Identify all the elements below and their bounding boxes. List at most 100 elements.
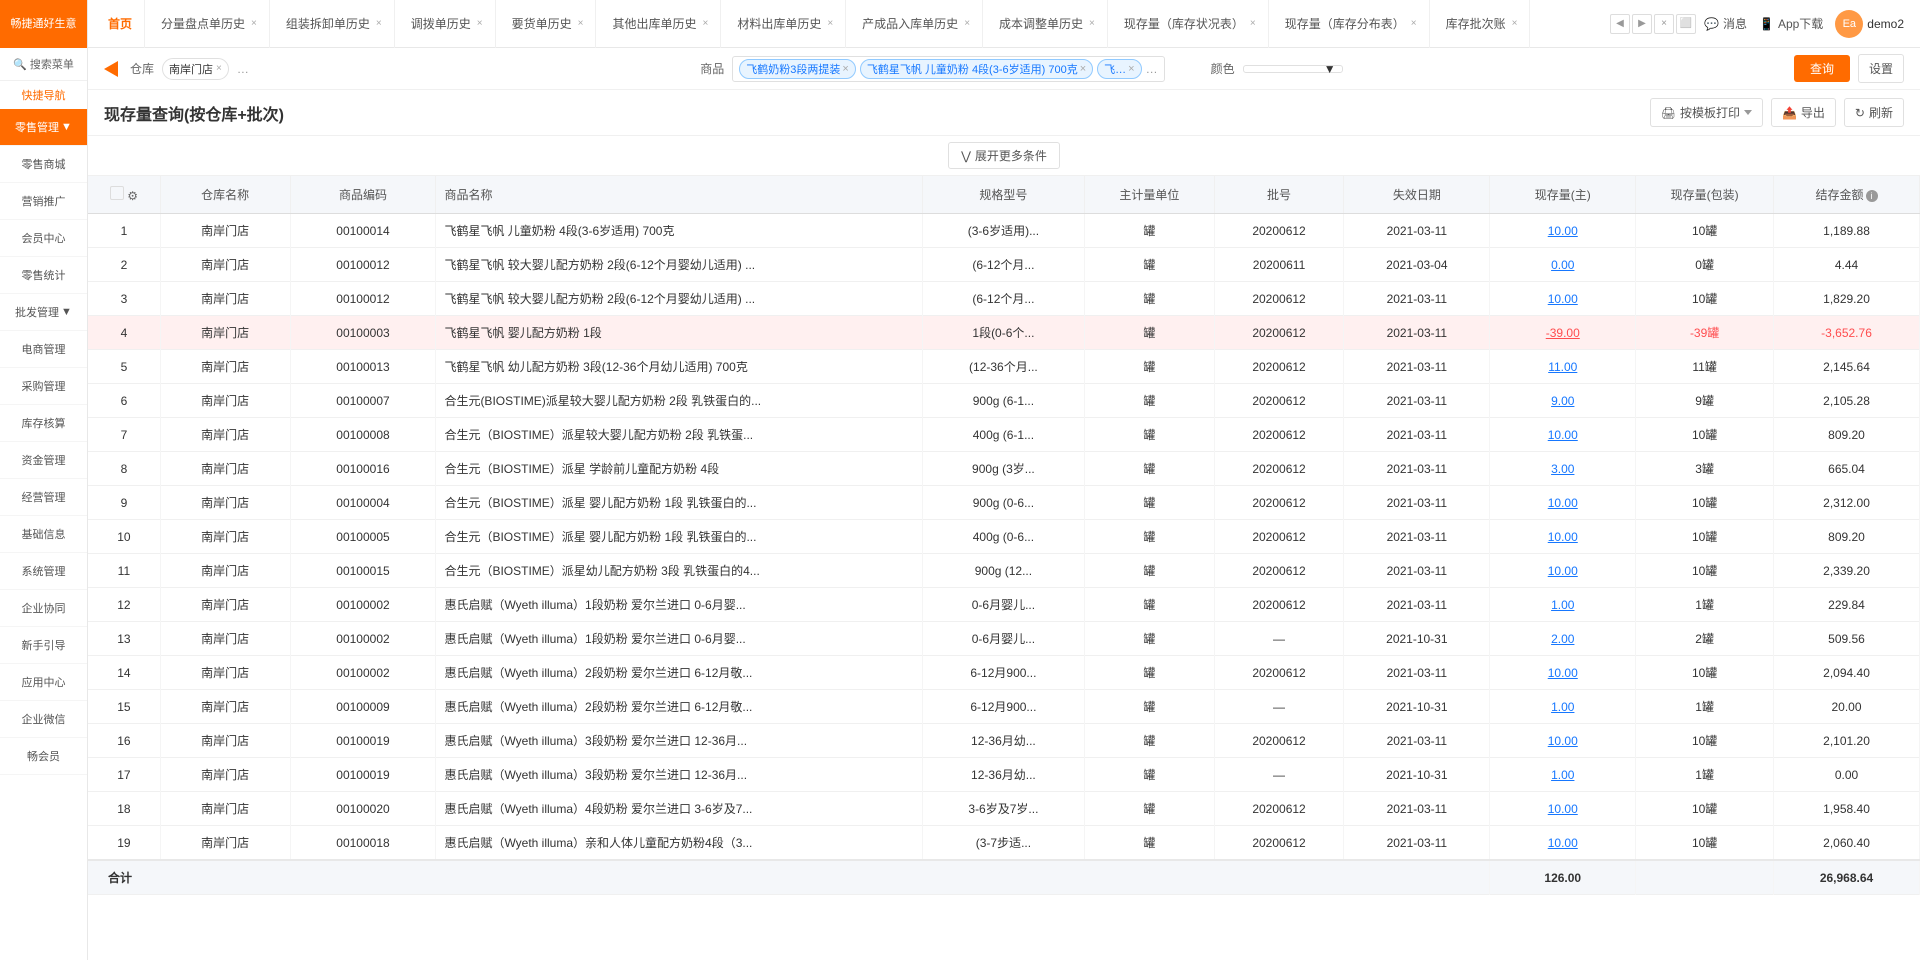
more-products[interactable]: …: [1146, 62, 1158, 76]
product-tag-close-3[interactable]: ×: [1128, 63, 1134, 75]
tab-batch-account[interactable]: 库存批次账 ×: [1434, 0, 1531, 48]
warehouse-tag-close[interactable]: ×: [216, 63, 222, 74]
th-check[interactable]: ⚙: [88, 176, 160, 214]
sidebar-item-purchase[interactable]: 采购管理: [0, 368, 87, 405]
arrow-icon: ▼: [61, 121, 72, 133]
sidebar-item-wholesale[interactable]: 批发管理▼: [0, 294, 87, 331]
dropdown-icon: ▼: [1324, 62, 1336, 76]
tab-menu[interactable]: ⬜: [1676, 14, 1696, 34]
tab-next-arrow[interactable]: ▶: [1632, 14, 1652, 34]
sidebar-item-marketing[interactable]: 营销推广: [0, 183, 87, 220]
sidebar-item-app-center[interactable]: 应用中心: [0, 664, 87, 701]
tab-assembly-history[interactable]: 组装拆卸单历史 ×: [274, 0, 395, 48]
close-icon[interactable]: ×: [1089, 18, 1095, 29]
close-icon[interactable]: ×: [1411, 18, 1417, 29]
settings-icon[interactable]: ⚙: [127, 189, 138, 203]
cell-stock-main[interactable]: 1.00: [1490, 758, 1636, 792]
cell-warehouse: 南岸门店: [160, 418, 290, 452]
cell-stock-main[interactable]: 10.00: [1490, 486, 1636, 520]
refresh-button[interactable]: ↻ 刷新: [1844, 98, 1904, 127]
product-tag-1[interactable]: 飞鹤奶粉3段两提装 ×: [739, 59, 856, 79]
cell-stock-main[interactable]: 3.00: [1490, 452, 1636, 486]
cell-stock-main[interactable]: 10.00: [1490, 418, 1636, 452]
close-icon[interactable]: ×: [376, 18, 382, 29]
export-button[interactable]: 📤 导出: [1771, 98, 1836, 127]
warehouse-tag[interactable]: 南岸门店 ×: [162, 58, 229, 80]
tab-stock-status[interactable]: 现存量（库存状况表） ×: [1112, 0, 1269, 48]
sidebar-item-system[interactable]: 系统管理: [0, 553, 87, 590]
tab-product-instock[interactable]: 产成品入库单历史 ×: [850, 0, 983, 48]
sidebar-item-wechat[interactable]: 企业微信: [0, 701, 87, 738]
tab-stock-dist[interactable]: 现存量（库存分布表） ×: [1273, 0, 1430, 48]
product-tag-close-2[interactable]: ×: [1080, 63, 1086, 75]
sidebar-item-guide[interactable]: 新手引导: [0, 627, 87, 664]
cell-stock-main[interactable]: 10.00: [1490, 724, 1636, 758]
product-tag-2[interactable]: 飞鹤星飞帆 儿童奶粉 4段(3-6岁适用) 700克 ×: [860, 59, 1093, 79]
select-all-checkbox[interactable]: [110, 186, 124, 200]
close-icon[interactable]: ×: [578, 18, 584, 29]
close-icon[interactable]: ×: [477, 18, 483, 29]
cell-stock-main[interactable]: 0.00: [1490, 248, 1636, 282]
tab-cost-adjust[interactable]: 成本调整单历史 ×: [987, 0, 1108, 48]
cell-stock-main[interactable]: 11.00: [1490, 350, 1636, 384]
tab-transfer-history[interactable]: 调拨单历史 ×: [399, 0, 496, 48]
cell-stock-main[interactable]: 10.00: [1490, 656, 1636, 690]
sidebar-item-collaboration[interactable]: 企业协同: [0, 590, 87, 627]
cell-spec: 900g (3岁...: [922, 452, 1084, 486]
sidebar-item-retail-mall[interactable]: 零售商城: [0, 146, 87, 183]
cell-stock-main[interactable]: 10.00: [1490, 554, 1636, 588]
sidebar-item-ecommerce[interactable]: 电商管理: [0, 331, 87, 368]
sidebar-item-member[interactable]: 会员中心: [0, 220, 87, 257]
balance-info-icon[interactable]: i: [1866, 190, 1878, 202]
query-button[interactable]: 查询: [1794, 55, 1850, 82]
close-icon[interactable]: ×: [964, 18, 970, 29]
color-filter-select[interactable]: ▼: [1243, 65, 1343, 73]
cell-stock-main[interactable]: 9.00: [1490, 384, 1636, 418]
sidebar-item-vip[interactable]: 畅会员: [0, 738, 87, 775]
collapse-triangle[interactable]: [104, 61, 118, 77]
product-tag-close-1[interactable]: ×: [842, 63, 848, 75]
cell-batch: 20200612: [1214, 384, 1344, 418]
cell-stock-main[interactable]: 10.00: [1490, 214, 1636, 248]
product-tag-3[interactable]: 飞… ×: [1097, 59, 1141, 79]
tab-outstock-history[interactable]: 其他出库单历史 ×: [600, 0, 721, 48]
setting-button[interactable]: 设置: [1858, 54, 1904, 83]
close-icon[interactable]: ×: [1250, 18, 1256, 29]
cell-stock-main[interactable]: -39.00: [1490, 316, 1636, 350]
app-download-button[interactable]: 📱 App下载: [1759, 15, 1823, 32]
product-tag-text: 飞鹤奶粉3段两提装: [746, 61, 840, 77]
close-icon[interactable]: ×: [702, 18, 708, 29]
tab-prev-arrow[interactable]: ◀: [1610, 14, 1630, 34]
template-print-button[interactable]: 🖨 按模板打印: [1650, 98, 1763, 127]
user-profile[interactable]: Ea demo2: [1835, 10, 1904, 38]
tab-material-history[interactable]: 材料出库单历史 ×: [725, 0, 846, 48]
sidebar-item-basic-info[interactable]: 基础信息: [0, 516, 87, 553]
cell-stock-main[interactable]: 2.00: [1490, 622, 1636, 656]
sidebar-search[interactable]: 🔍 搜索菜单: [0, 48, 87, 81]
sidebar-item-retail-mgmt[interactable]: 零售管理 ▼: [0, 109, 87, 146]
sidebar-item-inventory[interactable]: 库存核算: [0, 405, 87, 442]
msg-button[interactable]: 💬 消息: [1704, 15, 1747, 32]
sidebar-item-retail-stats[interactable]: 零售统计: [0, 257, 87, 294]
quick-nav[interactable]: 快捷导航: [0, 81, 87, 109]
tab-close-all[interactable]: ×: [1654, 14, 1674, 34]
cell-code: 00100009: [290, 690, 436, 724]
close-icon[interactable]: ×: [827, 18, 833, 29]
cell-stock-main[interactable]: 10.00: [1490, 792, 1636, 826]
sidebar-item-operations[interactable]: 经营管理: [0, 479, 87, 516]
top-nav-right: 💬 消息 📱 App下载 Ea demo2: [1696, 10, 1912, 38]
cell-stock-main[interactable]: 10.00: [1490, 520, 1636, 554]
tab-stock-history[interactable]: 分量盘点单历史 ×: [149, 0, 270, 48]
close-icon[interactable]: ×: [251, 18, 257, 29]
cell-stock-main[interactable]: 10.00: [1490, 826, 1636, 861]
close-icon[interactable]: ×: [1512, 18, 1518, 29]
more-warehouses[interactable]: …: [237, 62, 249, 76]
expand-filter-button[interactable]: ⋁ 展开更多条件: [948, 142, 1060, 169]
cell-stock-main[interactable]: 10.00: [1490, 282, 1636, 316]
cell-stock-main[interactable]: 1.00: [1490, 588, 1636, 622]
cell-stock-main[interactable]: 1.00: [1490, 690, 1636, 724]
tab-home[interactable]: 首页: [96, 0, 145, 48]
cell-warehouse: 南岸门店: [160, 452, 290, 486]
sidebar-item-finance[interactable]: 资金管理: [0, 442, 87, 479]
tab-order-history[interactable]: 要货单历史 ×: [500, 0, 597, 48]
